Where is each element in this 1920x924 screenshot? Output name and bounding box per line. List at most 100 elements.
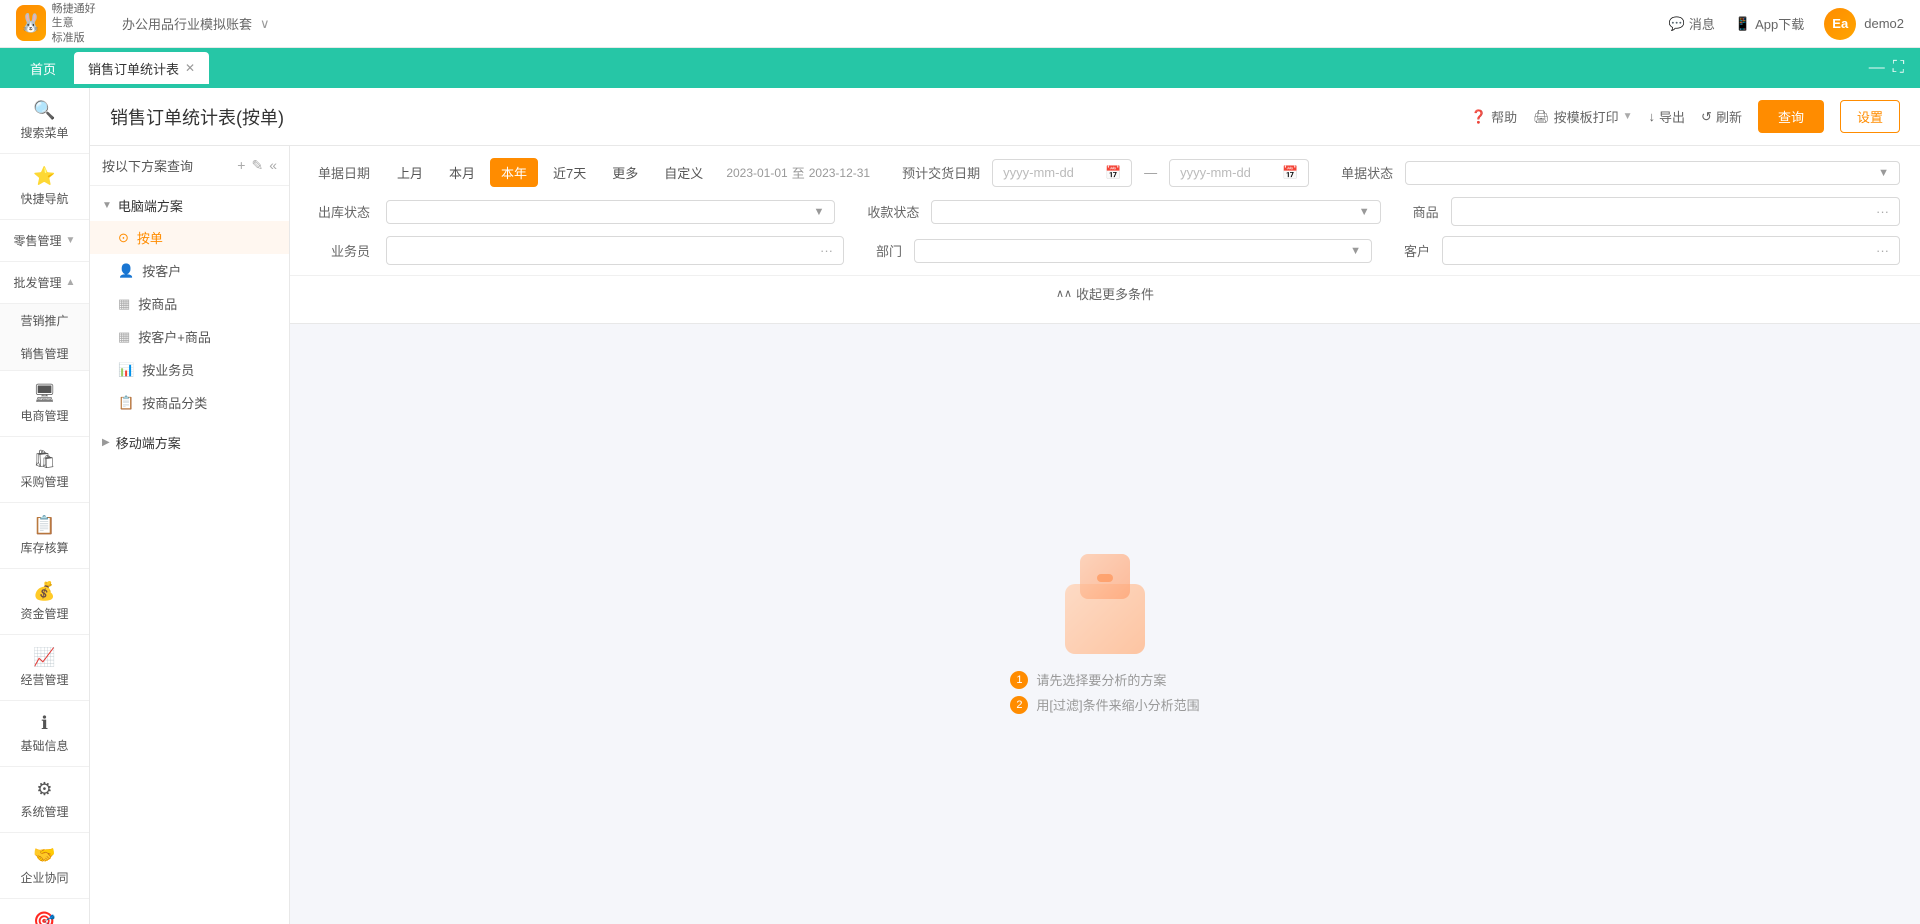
refresh-icon: ↺ xyxy=(1701,109,1712,125)
tab-sales-order-label: 销售订单统计表 xyxy=(88,59,179,78)
refresh-button[interactable]: ↺ 刷新 xyxy=(1701,107,1742,126)
scheme-item-by-customer[interactable]: 👤 按客户 xyxy=(90,254,289,287)
wholesale-label: 批发管理 xyxy=(14,274,62,291)
message-button[interactable]: 💬 消息 xyxy=(1669,14,1715,33)
expected-date-to[interactable]: yyyy-mm-dd 📅 xyxy=(1169,159,1309,187)
breadcrumb: 办公用品行业模拟账套 ∨ xyxy=(122,14,1669,33)
scheme-group-mobile: ▶ 移动端方案 xyxy=(90,423,289,462)
tab-minimize-icon[interactable]: — xyxy=(1869,59,1885,77)
expected-date-range-sep: — xyxy=(1144,165,1157,180)
customer-dots-icon: ··· xyxy=(1876,243,1889,258)
this-month-btn[interactable]: 本月 xyxy=(438,158,486,187)
doc-date-label: 单据日期 xyxy=(310,163,370,182)
scheme-collapse-icon[interactable]: « xyxy=(269,157,277,174)
tab-maximize-icon[interactable]: ⛶ xyxy=(1893,59,1904,77)
last-month-btn[interactable]: 上月 xyxy=(386,158,434,187)
sidebar-item-quick-nav[interactable]: ⭐ 快捷导航 xyxy=(0,154,89,220)
sidebar-item-wholesale[interactable]: 批发管理 ▲ xyxy=(0,262,89,304)
scheme-mobile-title[interactable]: ▶ 移动端方案 xyxy=(90,427,289,458)
app-download-icon: 📱 xyxy=(1735,16,1751,32)
dept-arrow-icon: ▼ xyxy=(1350,245,1361,257)
expected-date-from-placeholder: yyyy-mm-dd xyxy=(1003,165,1074,180)
user-avatar-button[interactable]: Ea demo2 xyxy=(1824,8,1904,40)
scheme-desktop-title[interactable]: ▼ 电脑端方案 xyxy=(90,190,289,221)
doc-status-select[interactable]: ▼ xyxy=(1405,161,1900,185)
sidebar-item-basic-info[interactable]: ℹ 基础信息 xyxy=(0,701,89,767)
sidebar-item-enterprise[interactable]: 🤝 企业协同 xyxy=(0,833,89,899)
scheme-add-icon[interactable]: + xyxy=(237,157,245,174)
stock-status-select[interactable]: ▼ xyxy=(386,200,835,224)
customer-input[interactable]: ··· xyxy=(1442,236,1900,265)
wholesale-arrow-icon: ▲ xyxy=(66,277,76,288)
sidebar-item-inventory[interactable]: 📋 库存核算 xyxy=(0,503,89,569)
payment-status-select[interactable]: ▼ xyxy=(931,200,1380,224)
app-download-button[interactable]: 📱 App下载 xyxy=(1735,14,1804,33)
goods-input[interactable]: ··· xyxy=(1451,197,1900,226)
user-name-label: demo2 xyxy=(1864,16,1904,31)
tab-home[interactable]: 首页 xyxy=(16,52,70,84)
breadcrumb-arrow-icon[interactable]: ∨ xyxy=(260,16,270,32)
sidebar-item-new-guide[interactable]: 🎯 新手引导 xyxy=(0,899,89,924)
sidebar-item-ecommerce[interactable]: 🖥 电商管理 xyxy=(0,371,89,437)
help-button[interactable]: ❓ 帮助 xyxy=(1471,107,1517,126)
scheme-edit-icon[interactable]: ✎ xyxy=(251,157,263,174)
sidebar-item-retail[interactable]: 零售管理 ▼ xyxy=(0,220,89,262)
step-1-text: 请先选择要分析的方案 xyxy=(1036,670,1166,689)
expected-date-from[interactable]: yyyy-mm-dd 📅 xyxy=(992,159,1132,187)
ecommerce-label: 电商管理 xyxy=(20,407,68,424)
filter-row-2: 出库状态 ▼ 收款状态 ▼ 商品 ··· xyxy=(310,197,1900,226)
by-customer-icon: 👤 xyxy=(118,263,134,279)
scheme-item-by-salesperson[interactable]: 📊 按业务员 xyxy=(90,353,289,386)
this-year-btn[interactable]: 本年 xyxy=(490,158,538,187)
by-order-icon: ⊙ xyxy=(118,230,129,246)
sidebar-item-search-menu[interactable]: 🔍 搜索菜单 xyxy=(0,88,89,154)
more-btn[interactable]: 更多 xyxy=(601,158,649,187)
custom-btn[interactable]: 自定义 xyxy=(653,158,714,187)
dept-select[interactable]: ▼ xyxy=(914,239,1372,263)
top-header: 🐰 畅捷通好生意 标准版 办公用品行业模拟账套 ∨ 💬 消息 📱 App下载 E… xyxy=(0,0,1920,48)
export-label: 导出 xyxy=(1659,107,1685,126)
export-button[interactable]: ↓ 导出 xyxy=(1649,107,1686,126)
scheme-item-by-customer-goods[interactable]: ▦ 按客户+商品 xyxy=(90,320,289,353)
scheme-item-by-goods[interactable]: ▦ 按商品 xyxy=(90,287,289,320)
scheme-header-icons: + ✎ « xyxy=(237,157,277,174)
scheme-header-label: 按以下方案查询 xyxy=(102,156,193,175)
scheme-item-by-order[interactable]: ⊙ 按单 xyxy=(90,221,289,254)
guide-icon: 🎯 xyxy=(33,911,55,924)
expected-date-label: 预计交货日期 xyxy=(902,163,980,182)
sidebar-item-finance[interactable]: 💰 资金管理 xyxy=(0,569,89,635)
tab-bar-right: — ⛶ xyxy=(1869,59,1904,77)
setting-button[interactable]: 设置 xyxy=(1840,100,1900,133)
query-button[interactable]: 查询 xyxy=(1758,100,1824,133)
expected-date-to-placeholder: yyyy-mm-dd xyxy=(1180,165,1251,180)
tab-home-label: 首页 xyxy=(30,59,56,78)
page-actions: ❓ 帮助 🖨 按模板打印 ▼ ↓ 导出 ↺ 刷新 查询 设置 xyxy=(1471,100,1900,145)
template-print-label: 按模板打印 xyxy=(1554,107,1619,126)
collapse-button[interactable]: ∧∧ 收起更多条件 xyxy=(290,275,1920,311)
date-buttons: 上月 本月 本年 近7天 更多 自定义 xyxy=(386,158,714,187)
last7-btn[interactable]: 近7天 xyxy=(542,158,597,187)
inner-layout: 按以下方案查询 + ✎ « ▼ 电脑端方案 ⊙ 按单 xyxy=(90,146,1920,924)
tab-close-icon[interactable]: ✕ xyxy=(185,61,195,75)
sidebar-item-operation[interactable]: 📈 经营管理 xyxy=(0,635,89,701)
tab-sales-order[interactable]: 销售订单统计表 ✕ xyxy=(74,52,209,84)
right-content: 单据日期 上月 本月 本年 近7天 更多 自定义 2023-01-01 至 xyxy=(290,146,1920,924)
app-download-label: App下载 xyxy=(1755,14,1804,33)
scheme-item-by-category[interactable]: 📋 按商品分类 xyxy=(90,386,289,419)
sidebar-sub-sales[interactable]: 销售管理 xyxy=(0,337,89,370)
help-label: 帮助 xyxy=(1491,107,1517,126)
enterprise-label: 企业协同 xyxy=(20,869,68,886)
sidebar-item-purchase[interactable]: 🛍 采购管理 xyxy=(0,437,89,503)
purchase-label: 采购管理 xyxy=(20,473,68,490)
sidebar-item-sys-mgmt[interactable]: ⚙ 系统管理 xyxy=(0,767,89,833)
page-title: 销售订单统计表(按单) xyxy=(110,104,284,142)
salesperson-dots-icon: ··· xyxy=(820,243,833,258)
basic-info-icon: ℹ xyxy=(41,713,48,734)
salesperson-input[interactable]: ··· xyxy=(386,236,844,265)
by-customer-label: 按客户 xyxy=(142,261,181,280)
template-print-button[interactable]: 🖨 按模板打印 ▼ xyxy=(1533,107,1632,126)
step-2-text: 用[过滤]条件来缩小分析范围 xyxy=(1036,695,1199,714)
settings-icon: ⚙ xyxy=(36,779,52,800)
date-to-text: 2023-12-31 xyxy=(809,166,870,180)
sidebar-sub-marketing[interactable]: 营销推广 xyxy=(0,304,89,337)
